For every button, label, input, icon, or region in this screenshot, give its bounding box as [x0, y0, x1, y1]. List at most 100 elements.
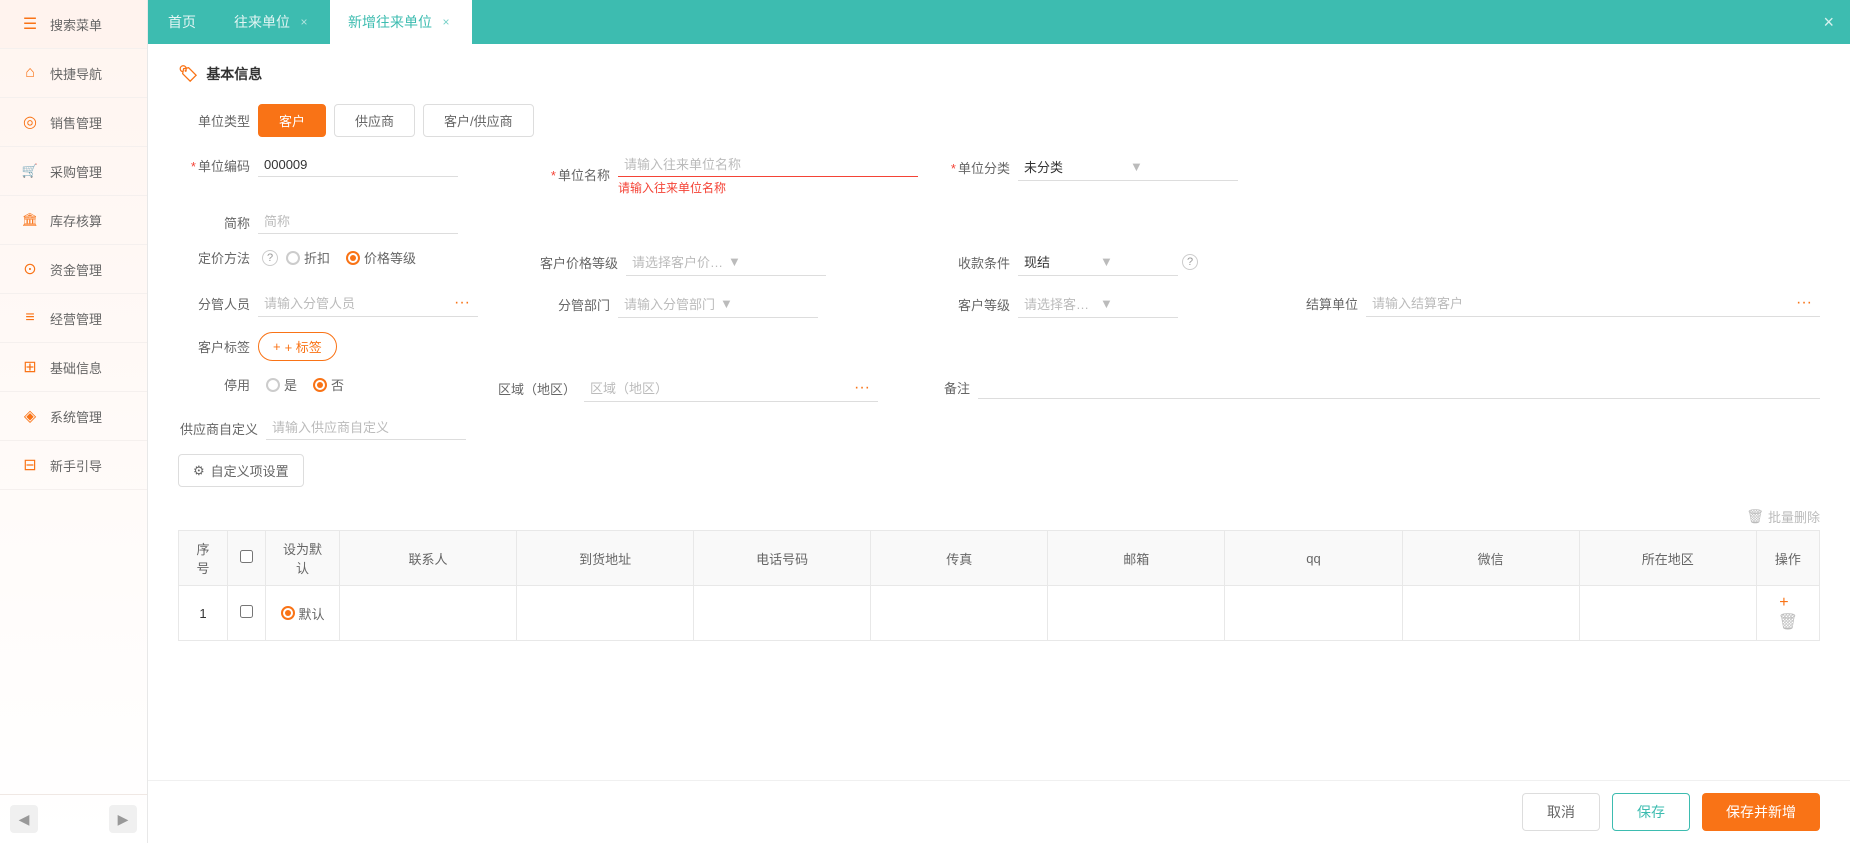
unit-type-row: 单位类型 客户 供应商 客户/供应商	[178, 104, 1820, 137]
unit-name-input[interactable]	[618, 153, 918, 177]
customer-price-level-select[interactable]: 请选择客户价格等级 ▼	[626, 248, 826, 276]
unit-category-arrow: ▼	[1130, 159, 1232, 174]
sidebar-item-system[interactable]: ◈ 系统管理	[0, 392, 147, 441]
disabled-no-option[interactable]: 否	[313, 375, 344, 394]
row-default-radio-option[interactable]: 默认	[278, 604, 327, 623]
row-phone[interactable]	[694, 586, 871, 641]
customer-level-select[interactable]: 请选择客户等级 ▼	[1018, 290, 1178, 318]
custom-settings-label: 自定义项设置	[211, 461, 289, 480]
payment-terms-select[interactable]: 现结 ▼	[1018, 248, 1178, 276]
row-wechat-input[interactable]	[1415, 606, 1567, 621]
row-add-btn[interactable]: +	[1779, 594, 1788, 611]
col-wechat: 微信	[1402, 531, 1579, 586]
disabled-group: 停用 是 否	[178, 375, 478, 394]
row-default-radio	[281, 606, 295, 620]
settlement-unit-group: 结算单位 ···	[1298, 290, 1820, 317]
custom-settings-button[interactable]: ⚙ 自定义项设置	[178, 454, 304, 487]
pricing-level-radio	[346, 251, 360, 265]
sidebar-expand-btn[interactable]: ◀	[10, 805, 38, 833]
remarks-group: 备注	[898, 375, 1820, 399]
row-fax-input[interactable]	[883, 606, 1035, 621]
sidebar-item-search-label: 搜索菜单	[50, 15, 102, 34]
payment-terms-value: 现结	[1024, 252, 1096, 271]
row-checkbox-cell	[228, 586, 266, 641]
row-address[interactable]	[517, 586, 694, 641]
row-email-input[interactable]	[1060, 606, 1212, 621]
settlement-unit-dots-btn[interactable]: ···	[1794, 294, 1814, 312]
settlement-unit-input-wrapper: ···	[1366, 290, 1820, 317]
close-all-tabs-btn[interactable]: ×	[1807, 12, 1850, 33]
operations-icon: ≡	[20, 308, 40, 328]
tab-new-contact-close[interactable]: ×	[438, 14, 454, 30]
remarks-input[interactable]	[978, 375, 1820, 399]
row-address-input[interactable]	[529, 606, 681, 621]
search-icon: ☰	[20, 14, 40, 34]
sidebar-item-sales[interactable]: ◎ 销售管理	[0, 98, 147, 147]
sidebar-item-quicknav[interactable]: ⌂ 快捷导航	[0, 49, 147, 98]
settlement-unit-label: 结算单位	[1298, 294, 1358, 313]
disabled-yes-option[interactable]: 是	[266, 375, 297, 394]
unit-code-label: 单位编码	[178, 156, 250, 175]
sidebar-item-guide[interactable]: ⊟ 新手引导	[0, 441, 147, 490]
col-action: 操作	[1756, 531, 1819, 586]
short-name-input[interactable]	[258, 210, 458, 234]
sidebar-item-sales-label: 销售管理	[50, 113, 102, 132]
sidebar-item-finance[interactable]: ⊙ 资金管理	[0, 245, 147, 294]
remarks-label: 备注	[898, 378, 970, 397]
row-area-input[interactable]	[1592, 606, 1744, 621]
row-area[interactable]	[1579, 586, 1756, 641]
payment-terms-help-icon[interactable]: ?	[1182, 254, 1198, 270]
row-contact-input[interactable]	[352, 606, 504, 621]
pricing-level-option[interactable]: 价格等级	[346, 248, 416, 267]
manager-input[interactable]	[264, 296, 452, 311]
row-phone-input[interactable]	[706, 606, 858, 621]
department-group: 分管部门 请输入分管部门 ▼	[538, 290, 918, 318]
sidebar-item-operations[interactable]: ≡ 经营管理	[0, 294, 147, 343]
sidebar-item-search[interactable]: ☰ 搜索菜单	[0, 0, 147, 49]
form-footer: 取消 保存 保存并新增	[148, 780, 1850, 843]
sidebar-item-basic[interactable]: ⊞ 基础信息	[0, 343, 147, 392]
customer-level-group: 客户等级 请选择客户等级 ▼	[938, 290, 1278, 318]
row-delete-btn[interactable]: 🗑	[1778, 614, 1798, 631]
sidebar-item-inventory[interactable]: 🏛 库存核算	[0, 196, 147, 245]
unit-btn-customer[interactable]: 客户	[258, 104, 326, 137]
cancel-button[interactable]: 取消	[1522, 793, 1600, 831]
pricing-discount-radio	[286, 251, 300, 265]
col-qq: qq	[1225, 531, 1402, 586]
row-wechat[interactable]	[1402, 586, 1579, 641]
tab-home[interactable]: 首页	[148, 0, 216, 44]
customer-tag-label: 客户标签	[178, 337, 250, 356]
sidebar-collapse-btn[interactable]: ▶	[109, 805, 137, 833]
unit-btn-supplier[interactable]: 供应商	[334, 104, 415, 137]
manager-dots-btn[interactable]: ···	[452, 294, 472, 312]
row-qq[interactable]	[1225, 586, 1402, 641]
pricing-help-icon[interactable]: ?	[262, 250, 278, 266]
row-email[interactable]	[1048, 586, 1225, 641]
add-tag-button[interactable]: + + 标签	[258, 332, 337, 361]
row-contact[interactable]	[340, 586, 517, 641]
tab-new-contact[interactable]: 新增往来单位 ×	[330, 0, 472, 44]
save-button[interactable]: 保存	[1612, 793, 1690, 831]
save-new-button[interactable]: 保存并新增	[1702, 793, 1820, 831]
pricing-discount-option[interactable]: 折扣	[286, 248, 330, 267]
region-input[interactable]	[590, 381, 852, 396]
short-name-group: 简称	[178, 210, 518, 234]
unit-category-value: 未分类	[1024, 157, 1126, 176]
unit-code-input[interactable]	[258, 153, 458, 177]
department-select[interactable]: 请输入分管部门 ▼	[618, 290, 818, 318]
select-all-checkbox[interactable]	[240, 550, 253, 563]
row-checkbox[interactable]	[240, 605, 253, 618]
tab-contacts[interactable]: 往来单位 ×	[216, 0, 330, 44]
row-fax[interactable]	[871, 586, 1048, 641]
unit-category-select[interactable]: 未分类 ▼	[1018, 153, 1238, 181]
supplier-custom-input[interactable]	[266, 416, 466, 440]
unit-btn-both[interactable]: 客户/供应商	[423, 104, 534, 137]
sidebar-item-purchase[interactable]: 🛒 采购管理	[0, 147, 147, 196]
tab-contacts-close[interactable]: ×	[296, 14, 312, 30]
settlement-unit-input[interactable]	[1372, 296, 1794, 311]
region-dots-btn[interactable]: ···	[852, 379, 872, 397]
col-email: 邮箱	[1048, 531, 1225, 586]
batch-delete-label[interactable]: 批量删除	[1768, 507, 1820, 526]
row-qq-input[interactable]	[1237, 606, 1389, 621]
row-index: 1	[179, 586, 228, 641]
